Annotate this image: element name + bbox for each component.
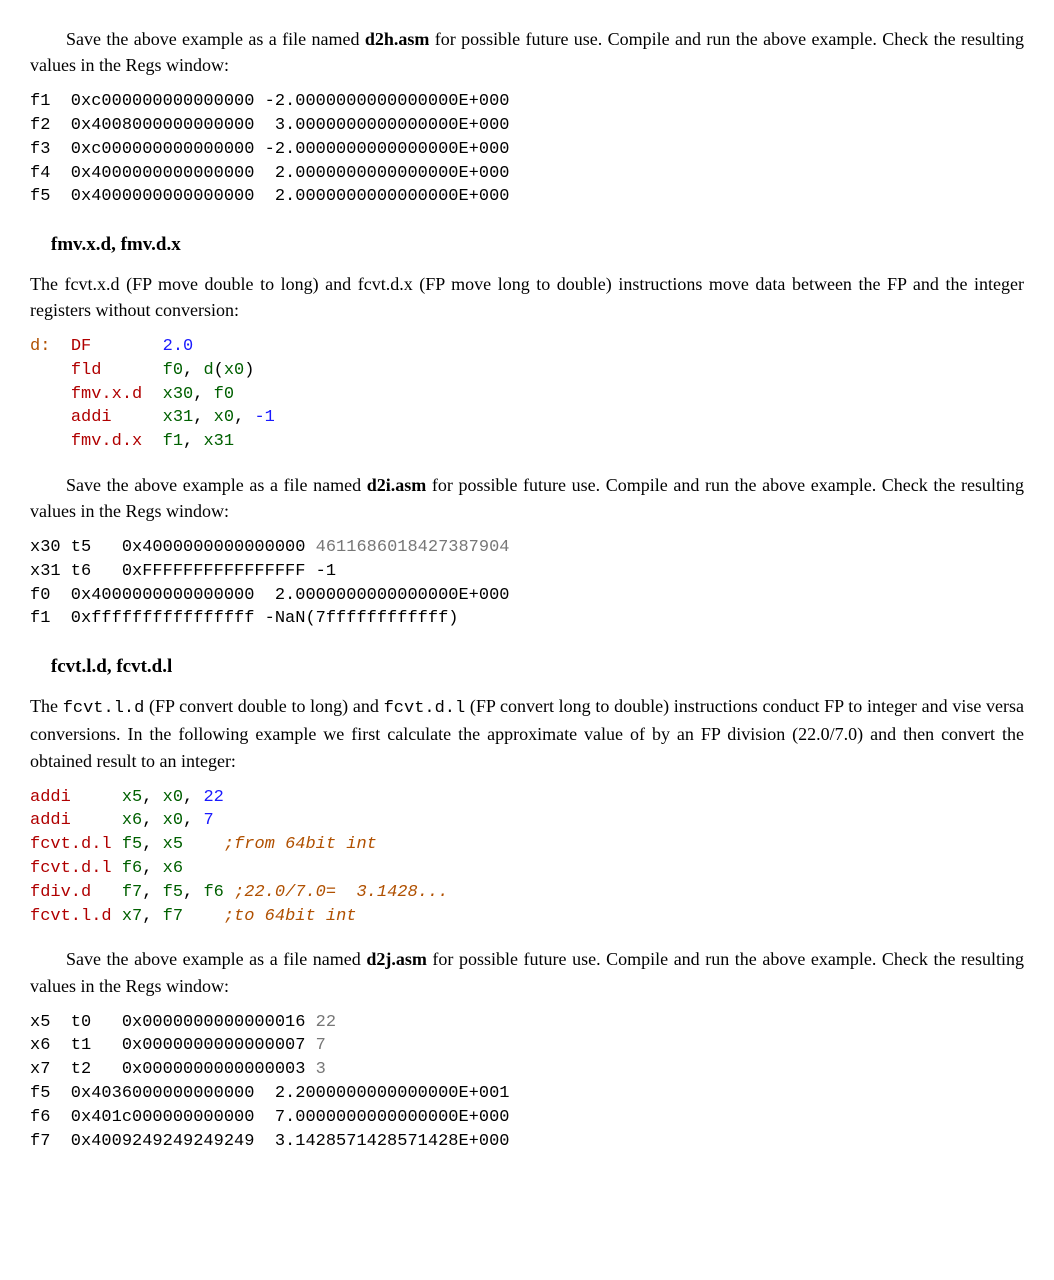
register: f7 [163,907,183,926]
register: x6 [163,859,183,878]
fmv-description: The fcvt.x.d (FP move double to long) an… [30,271,1024,323]
fcvt-description: The fcvt.l.d (FP convert double to long)… [30,693,1024,774]
opcode: fld [71,361,102,380]
text: Save the above example as a file named [66,949,366,969]
text: (FP convert double to long) and [144,696,383,716]
register: f5 [163,883,183,902]
row: f1 0xc000000000000000 -2.000000000000000… [30,92,509,111]
register-output-2: x30 t5 0x4000000000000000 46116860184273… [30,536,1024,631]
opcode: fdiv.d [30,883,91,902]
register: x0 [214,408,234,427]
register: x7 [122,907,142,926]
opcode: addi [71,408,112,427]
literal: -1 [254,408,274,427]
row: f0 0x4000000000000000 2.0000000000000000… [30,586,509,605]
opcode: fcvt.d.l [30,859,112,878]
opcode: addi [30,788,71,807]
register: f0 [214,385,234,404]
literal: 2.0 [163,337,194,356]
filename-d2j: d2j.asm [366,949,427,969]
register: f6 [203,883,223,902]
register: x0 [163,811,183,830]
register: f7 [122,883,142,902]
comment: ;from 64bit int [224,835,377,854]
decimal: 22 [316,1013,336,1032]
register: x5 [122,788,142,807]
opcode: fmv.d.x [71,432,142,451]
intro-paragraph-3: Save the above example as a file named d… [30,946,1024,998]
register: x5 [163,835,183,854]
decimal: 3 [316,1060,326,1079]
opcode: DF [71,337,91,356]
opcode: addi [30,811,71,830]
inst: fcvt.d.l [384,699,466,718]
row: f3 0xc000000000000000 -2.000000000000000… [30,140,509,159]
row: f5 0x4000000000000000 2.0000000000000000… [30,187,509,206]
code-listing-2: addi x5, x0, 22 addi x6, x0, 7 fcvt.d.l … [30,786,1024,929]
register: f0 [163,361,183,380]
register: x31 [163,408,194,427]
register-output-3: x5 t0 0x0000000000000016 22 x6 t1 0x0000… [30,1011,1024,1154]
decimal: 7 [316,1036,326,1055]
literal: 22 [203,788,223,807]
inst: fcvt.l.d [63,699,145,718]
register: f6 [122,859,142,878]
code-listing-1: d: DF 2.0 fld f0, d(x0) fmv.x.d x30, f0 … [30,335,1024,454]
text: Save the above example as a file named [66,475,367,495]
filename-d2h: d2h.asm [365,29,430,49]
heading-fcvt: fcvt.l.d, fcvt.d.l [30,653,1024,681]
heading-fmv: fmv.x.d, fmv.d.x [30,231,1024,259]
register: x0 [224,361,244,380]
register: x30 [163,385,194,404]
register-output-1: f1 0xc000000000000000 -2.000000000000000… [30,90,1024,209]
register: x31 [203,432,234,451]
register: x0 [163,788,183,807]
filename-d2i: d2i.asm [367,475,427,495]
opcode: fmv.x.d [71,385,142,404]
row: f4 0x4000000000000000 2.0000000000000000… [30,164,509,183]
decimal: 4611686018427387904 [316,538,510,557]
text: The fcvt.x.d (FP move double to long) an… [30,274,1024,320]
row: f1 0xffffffffffffffff -NaN(7ffffffffffff… [30,609,458,628]
literal: 7 [203,811,213,830]
text: Save the above example as a file named [66,29,365,49]
row: x5 t0 0x0000000000000016 [30,1013,316,1032]
opcode: fcvt.l.d [30,907,112,926]
row: f6 0x401c000000000000 7.0000000000000000… [30,1108,509,1127]
register: x6 [122,811,142,830]
label: d: [30,337,50,356]
text: The [30,696,63,716]
row: f5 0x4036000000000000 2.2000000000000000… [30,1084,509,1103]
row: f2 0x4008000000000000 3.0000000000000000… [30,116,509,135]
row: x30 t5 0x4000000000000000 [30,538,316,557]
row: x6 t1 0x0000000000000007 [30,1036,316,1055]
row: x31 t6 0xFFFFFFFFFFFFFFFF -1 [30,562,336,581]
register: f5 [122,835,142,854]
register: f1 [163,432,183,451]
intro-paragraph-2: Save the above example as a file named d… [30,472,1024,524]
opcode: fcvt.d.l [30,835,112,854]
row: f7 0x4009249249249249 3.1428571428571428… [30,1132,509,1151]
comment: ;to 64bit int [224,907,357,926]
row: x7 t2 0x0000000000000003 [30,1060,316,1079]
intro-paragraph-1: Save the above example as a file named d… [30,26,1024,78]
comment: ;22.0/7.0= 3.1428... [234,883,448,902]
register: d [203,361,213,380]
